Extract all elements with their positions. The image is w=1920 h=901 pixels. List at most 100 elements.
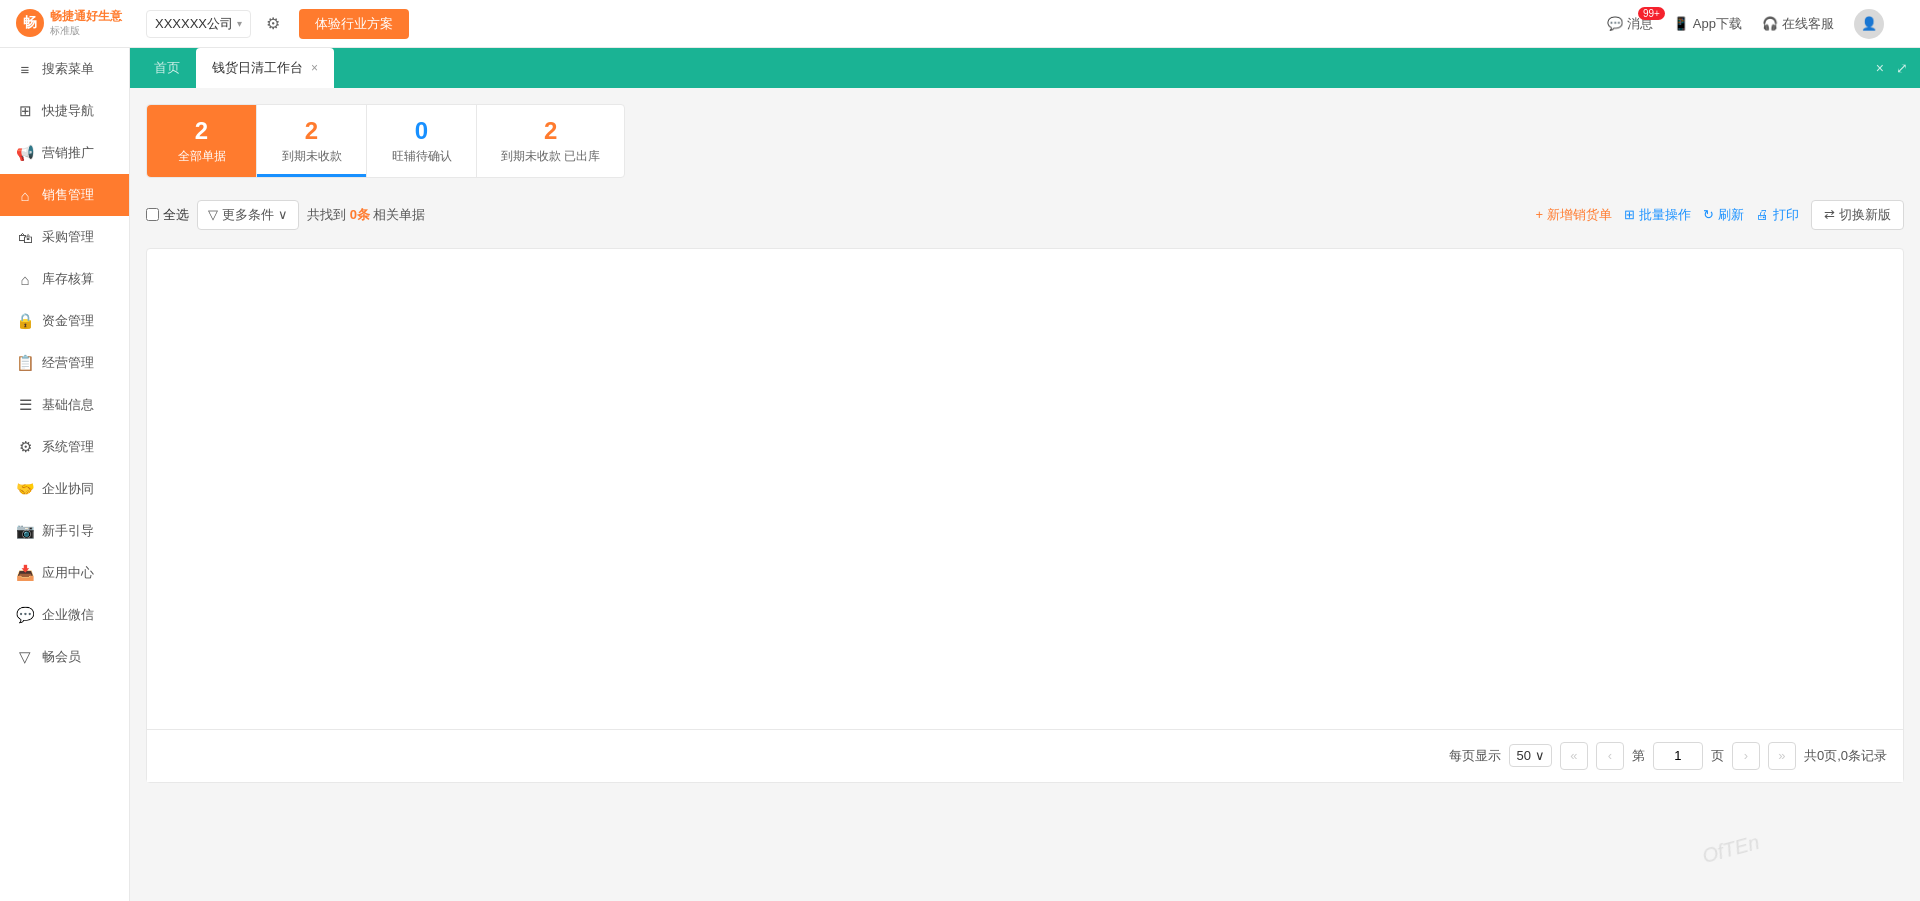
sidebar-item-wechat[interactable]: 💬 企业微信 — [0, 594, 129, 636]
guide-icon: 📷 — [16, 522, 34, 540]
download-icon: 📱 — [1673, 16, 1689, 31]
sidebar-item-guide[interactable]: 📷 新手引导 — [0, 510, 129, 552]
sidebar-item-member[interactable]: ▽ 畅会员 — [0, 636, 129, 678]
sidebar-item-label: 营销推广 — [42, 144, 94, 162]
tab-close-icon[interactable]: × — [311, 61, 318, 75]
card-pending[interactable]: 0 旺辅待确认 — [367, 105, 477, 177]
sidebar-item-label: 搜索菜单 — [42, 60, 94, 78]
sidebar-item-label: 畅会员 — [42, 648, 81, 666]
card-pending-label: 旺辅待确认 — [391, 148, 452, 165]
sidebar-item-operations[interactable]: 📋 经营管理 — [0, 342, 129, 384]
switch-version-button[interactable]: ⇄ 切换新版 — [1811, 200, 1904, 230]
message-icon: 💬 — [1607, 16, 1623, 31]
operations-icon: 📋 — [16, 354, 34, 372]
card-all[interactable]: 2 全部单据 — [147, 105, 257, 177]
card-all-label: 全部单据 — [171, 148, 232, 165]
tab-home[interactable]: 首页 — [138, 48, 196, 88]
card-overdue-shipped[interactable]: 2 到期未收款 已出库 — [477, 105, 624, 177]
sidebar-item-search-menu[interactable]: ≡ 搜索菜单 — [0, 48, 129, 90]
logo-text-area: 畅捷通好生意 标准版 — [50, 9, 122, 37]
sidebar-item-quick-nav[interactable]: ⊞ 快捷导航 — [0, 90, 129, 132]
select-all-input[interactable] — [146, 208, 159, 221]
tab-workbench-label: 钱货日清工作台 — [212, 59, 303, 77]
sidebar-item-purchase[interactable]: 🛍 采购管理 — [0, 216, 129, 258]
page-label-suffix: 页 — [1711, 747, 1724, 765]
main-content: 2 全部单据 2 到期未收款 0 旺辅待确认 2 到期未收款 已出库 全选 ▽ … — [130, 88, 1920, 901]
settings-button[interactable]: ⚙ — [259, 10, 287, 38]
page-input[interactable] — [1653, 742, 1703, 770]
tab-workbench[interactable]: 钱货日清工作台 × — [196, 48, 334, 88]
logo-area: 畅 畅捷通好生意 标准版 — [16, 9, 146, 37]
filter-arrow: ∨ — [278, 207, 288, 222]
refresh-icon: ↻ — [1703, 207, 1714, 222]
purchase-icon: 🛍 — [16, 229, 34, 246]
cooperation-icon: 🤝 — [16, 480, 34, 498]
wechat-icon: 💬 — [16, 606, 34, 624]
maximize-button[interactable]: ⤢ — [1892, 56, 1912, 80]
page-label-prefix: 第 — [1632, 747, 1645, 765]
sidebar-item-marketing[interactable]: 📢 营销推广 — [0, 132, 129, 174]
sidebar-item-label: 销售管理 — [42, 186, 94, 204]
filter-button[interactable]: ▽ 更多条件 ∨ — [197, 200, 299, 230]
card-overdue[interactable]: 2 到期未收款 — [257, 105, 367, 177]
company-dropdown-arrow: ▾ — [237, 18, 242, 29]
sidebar: ≡ 搜索菜单 ⊞ 快捷导航 📢 营销推广 ⌂ 销售管理 🛍 采购管理 ⌂ 库存核… — [0, 48, 130, 901]
app-center-icon: 📥 — [16, 564, 34, 582]
prev-page-button[interactable]: ‹ — [1596, 742, 1624, 770]
refresh-button[interactable]: ↻ 刷新 — [1703, 206, 1744, 224]
per-page-select[interactable]: 50 ∨ — [1509, 744, 1551, 767]
sidebar-item-label: 经营管理 — [42, 354, 94, 372]
sidebar-item-finance[interactable]: 🔒 资金管理 — [0, 300, 129, 342]
toolbar: 全选 ▽ 更多条件 ∨ 共找到 0条 相关单据 + 新增销货单 ⊞ 批量操作 ↻… — [146, 190, 1904, 240]
card-overdue-num: 2 — [281, 117, 342, 146]
sidebar-item-basic-info[interactable]: ☰ 基础信息 — [0, 384, 129, 426]
print-button[interactable]: 🖨 打印 — [1756, 206, 1799, 224]
online-service-button[interactable]: 🎧 在线客服 — [1762, 15, 1834, 33]
basic-info-icon: ☰ — [16, 396, 34, 414]
sidebar-item-sales[interactable]: ⌂ 销售管理 — [0, 174, 129, 216]
last-page-button[interactable]: » — [1768, 742, 1796, 770]
found-count: 0条 — [350, 207, 370, 222]
table-area: 每页显示 50 ∨ « ‹ 第 页 › » 共0页,0条记录 — [146, 248, 1904, 783]
batch-btn-label: 批量操作 — [1639, 206, 1691, 224]
next-page-icon: › — [1744, 748, 1748, 763]
total-info: 共0页,0条记录 — [1804, 747, 1887, 765]
message-badge: 99+ — [1638, 7, 1665, 20]
next-page-button[interactable]: › — [1732, 742, 1760, 770]
message-button[interactable]: 💬 消息 99+ — [1607, 15, 1653, 33]
trial-button[interactable]: 体验行业方案 — [299, 9, 409, 39]
minimize-button[interactable]: × — [1872, 56, 1888, 80]
sidebar-item-label: 企业协同 — [42, 480, 94, 498]
company-selector[interactable]: XXXXXX公司 ▾ — [146, 10, 251, 38]
prev-page-icon: ‹ — [1608, 748, 1612, 763]
inventory-icon: ⌂ — [16, 271, 34, 288]
logo-sub: 标准版 — [50, 24, 122, 38]
add-sales-order-button[interactable]: + 新增销货单 — [1535, 206, 1612, 224]
sidebar-item-app-center[interactable]: 📥 应用中心 — [0, 552, 129, 594]
add-btn-label: 新增销货单 — [1547, 206, 1612, 224]
sidebar-item-inventory[interactable]: ⌂ 库存核算 — [0, 258, 129, 300]
sidebar-item-label: 基础信息 — [42, 396, 94, 414]
print-icon: 🖨 — [1756, 207, 1769, 222]
select-all-label: 全选 — [163, 206, 189, 224]
sidebar-item-cooperation[interactable]: 🤝 企业协同 — [0, 468, 129, 510]
sidebar-item-label: 新手引导 — [42, 522, 94, 540]
select-all-checkbox[interactable]: 全选 — [146, 206, 189, 224]
summary-cards: 2 全部单据 2 到期未收款 0 旺辅待确认 2 到期未收款 已出库 — [146, 104, 625, 178]
avatar[interactable]: 👤 — [1854, 9, 1884, 39]
batch-operation-button[interactable]: ⊞ 批量操作 — [1624, 206, 1691, 224]
sidebar-item-label: 资金管理 — [42, 312, 94, 330]
print-label: 打印 — [1773, 206, 1799, 224]
found-text: 共找到 0条 相关单据 — [307, 206, 425, 224]
sales-icon: ⌂ — [16, 187, 34, 204]
online-service-label: 在线客服 — [1782, 15, 1834, 33]
first-page-button[interactable]: « — [1560, 742, 1588, 770]
tab-home-label: 首页 — [154, 59, 180, 77]
header-right: 💬 消息 99+ 📱 App下载 🎧 在线客服 👤 — [1607, 9, 1904, 39]
filter-label: 更多条件 — [222, 206, 274, 224]
sidebar-item-label: 应用中心 — [42, 564, 94, 582]
refresh-label: 刷新 — [1718, 206, 1744, 224]
sidebar-item-system[interactable]: ⚙ 系统管理 — [0, 426, 129, 468]
app-download-button[interactable]: 📱 App下载 — [1673, 15, 1742, 33]
pagination: 每页显示 50 ∨ « ‹ 第 页 › » 共0页,0条记录 — [147, 729, 1903, 782]
